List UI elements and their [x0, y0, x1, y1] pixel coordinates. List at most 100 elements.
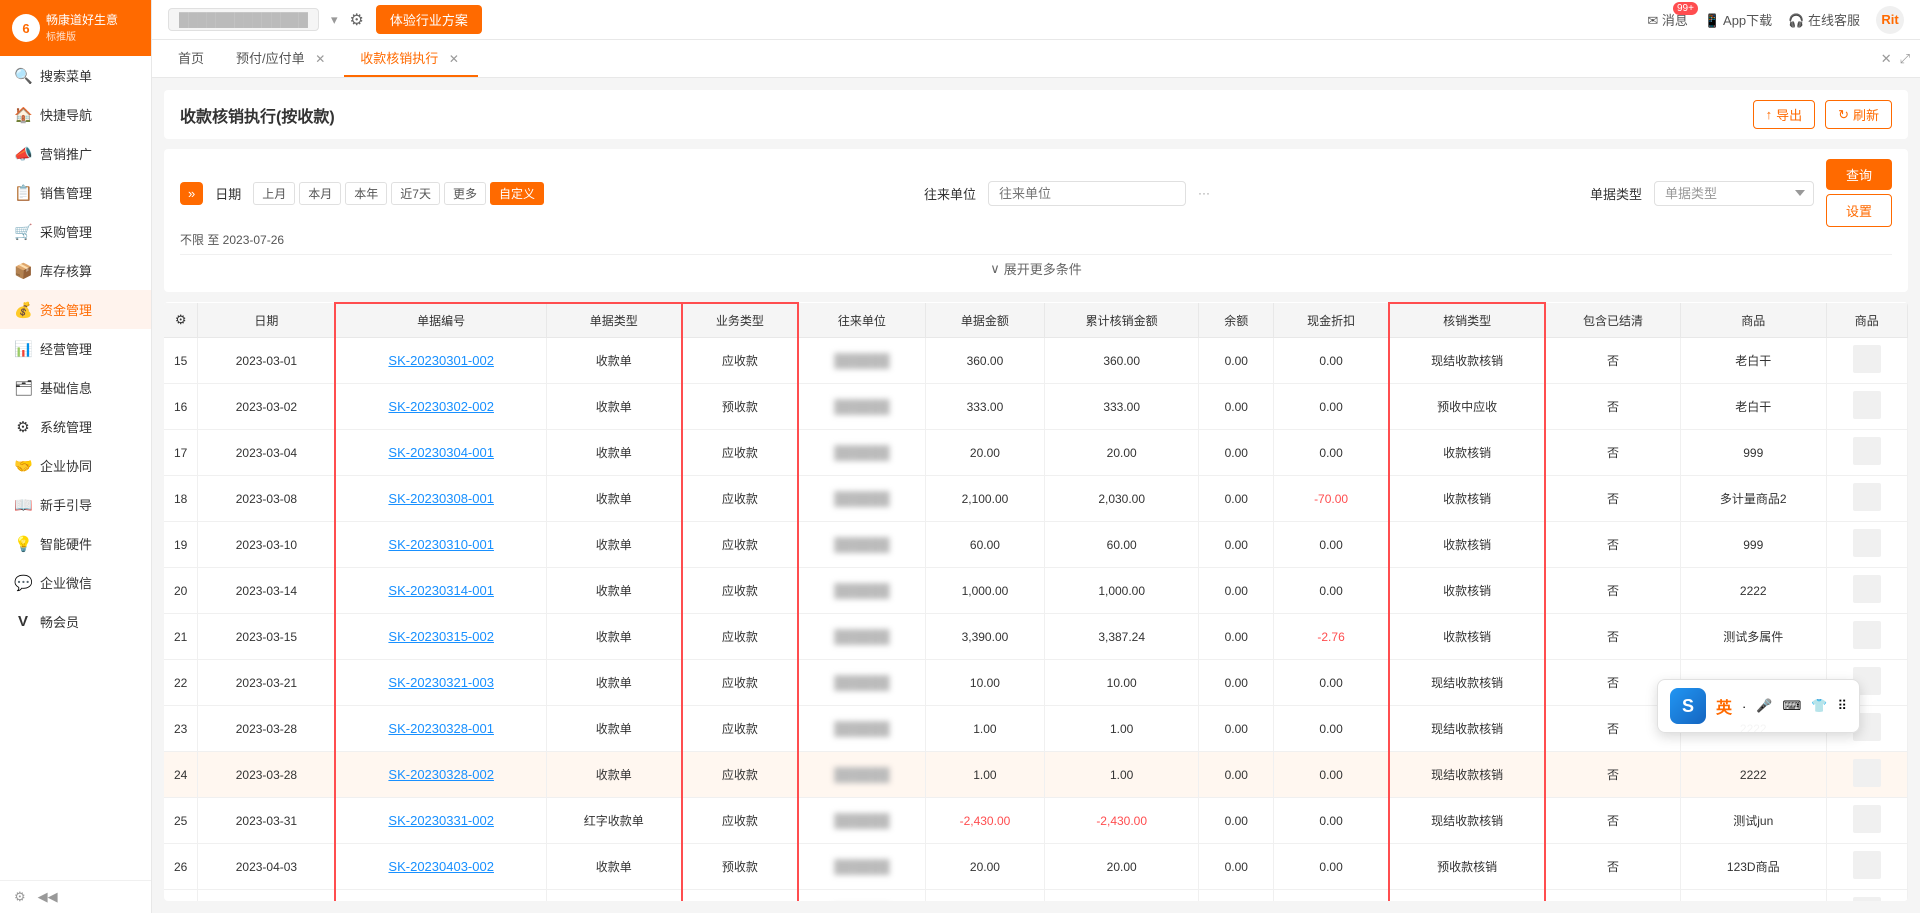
row-billtype: 收款单: [546, 338, 681, 384]
row-verifytype: 现结收款核销: [1389, 890, 1545, 902]
sidebar-item-sales[interactable]: 📋 销售管理: [0, 173, 151, 212]
this-month-btn[interactable]: 本月: [299, 182, 341, 205]
sidebar-item-marketing[interactable]: 📣 营销推广: [0, 134, 151, 173]
bill-no-link[interactable]: SK-20230403-002: [388, 859, 494, 874]
row-billno: SK-20230310-001: [335, 522, 546, 568]
ime-keyboard-icon[interactable]: ⌨: [1783, 698, 1802, 714]
bill-no-link[interactable]: SK-20230308-001: [388, 491, 494, 506]
bill-no-link[interactable]: SK-20230315-002: [388, 629, 494, 644]
tab-verify-close[interactable]: ✕: [446, 51, 462, 67]
ime-grid-icon[interactable]: ⠿: [1837, 698, 1847, 714]
receipt-type-select[interactable]: 单据类型: [1654, 181, 1814, 206]
topbar-dropdown-icon[interactable]: ▾: [331, 12, 338, 28]
row-billtype: 收款单: [546, 522, 681, 568]
expand-more-btn[interactable]: ∨ 展开更多条件: [180, 254, 1892, 282]
sidebar-item-hardware[interactable]: 💡 智能硬件: [0, 524, 151, 563]
sidebar-item-collab[interactable]: 🤝 企业协同: [0, 446, 151, 485]
row-amount: 2,100.00: [925, 476, 1044, 522]
more-date-btn[interactable]: 更多: [444, 182, 486, 205]
bill-no-link[interactable]: SK-20230321-003: [388, 675, 494, 690]
online-service-btn[interactable]: 🎧 在线客服: [1788, 10, 1860, 29]
row-billtype: 收款单: [546, 890, 681, 902]
bill-no-link[interactable]: SK-20230331-002: [388, 813, 494, 828]
sidebar-item-search[interactable]: 🔍 搜索菜单: [0, 56, 151, 95]
row-verified: 1.00: [1044, 752, 1198, 798]
last-month-btn[interactable]: 上月: [253, 182, 295, 205]
sidebar-item-member[interactable]: V 畅会员: [0, 602, 151, 641]
row-include: 否: [1545, 752, 1680, 798]
tab-payable-close[interactable]: ✕: [312, 51, 328, 67]
address-bar[interactable]: ██████████████: [168, 8, 319, 31]
table-row: 272023-04-08SK-20230408-001收款单应收款██████1…: [164, 890, 1908, 902]
table-wrapper[interactable]: ⚙ 日期 单据编号 单据类型 业务类型 往来单位 单据金额 累计核销金额 余额 …: [164, 302, 1908, 901]
tab-verify[interactable]: 收款核销执行 ✕: [344, 40, 478, 77]
settings-btn[interactable]: 设置: [1826, 194, 1892, 227]
tab-payable[interactable]: 预付/应付单 ✕: [220, 40, 344, 77]
table-row: 202023-03-14SK-20230314-001收款单应收款██████1…: [164, 568, 1908, 614]
sidebar-item-quick[interactable]: 🏠 快捷导航: [0, 95, 151, 134]
bill-no-link[interactable]: SK-20230328-001: [388, 721, 494, 736]
row-discount: -70.00: [1274, 476, 1389, 522]
filter-expand-btn[interactable]: »: [180, 182, 203, 205]
row-verifytype: 收款核销: [1389, 476, 1545, 522]
row-product: 老白干: [1680, 384, 1826, 430]
ime-shirt-icon[interactable]: 👕: [1811, 698, 1827, 714]
sidebar-item-purchase[interactable]: 🛒 采购管理: [0, 212, 151, 251]
row-date: 2023-03-15: [198, 614, 336, 660]
this-year-btn[interactable]: 本年: [345, 182, 387, 205]
row-product: 999: [1680, 430, 1826, 476]
row-no: 26: [164, 844, 198, 890]
col-partner-header: 往来单位: [798, 303, 925, 338]
col-verifytype-header: 核销类型: [1389, 303, 1545, 338]
expand-window-icon[interactable]: ⤢: [1900, 51, 1910, 67]
bill-no-link[interactable]: SK-20230304-001: [388, 445, 494, 460]
row-partner: ██████: [798, 568, 925, 614]
home-icon: 🏠: [14, 106, 32, 124]
sidebar-item-finance[interactable]: 💰 资金管理: [0, 290, 151, 329]
gear-icon[interactable]: ⚙: [175, 312, 187, 327]
sogou-logo: S: [1670, 688, 1706, 724]
bill-no-link[interactable]: SK-20230301-002: [388, 353, 494, 368]
sidebar-item-guide[interactable]: 📖 新手引导: [0, 485, 151, 524]
bill-no-link[interactable]: SK-20230314-001: [388, 583, 494, 598]
col-gear-header[interactable]: ⚙: [164, 303, 198, 338]
collapse-icon[interactable]: ◀◀: [38, 889, 58, 905]
topbar-settings-icon[interactable]: ⚙: [349, 10, 363, 30]
row-product2: [1826, 752, 1907, 798]
bill-no-link[interactable]: SK-20230302-002: [388, 399, 494, 414]
last-7days-btn[interactable]: 近7天: [391, 182, 440, 205]
partner-input[interactable]: [988, 181, 1186, 206]
query-btn[interactable]: 查询: [1826, 159, 1892, 190]
row-billno: SK-20230304-001: [335, 430, 546, 476]
user-avatar[interactable]: Rit: [1876, 6, 1904, 34]
bill-no-link[interactable]: SK-20230328-002: [388, 767, 494, 782]
row-no: 17: [164, 430, 198, 476]
ime-overlay: S 英 · 🎤 ⌨ 👕 ⠿: [1657, 679, 1860, 733]
bill-no-link[interactable]: SK-20230310-001: [388, 537, 494, 552]
row-balance: 0.00: [1199, 660, 1274, 706]
ime-mic-icon[interactable]: 🎤: [1756, 698, 1772, 714]
row-verifytype: 收款核销: [1389, 568, 1545, 614]
sidebar-item-basic[interactable]: 🗂 基础信息: [0, 368, 151, 407]
sidebar-item-operations[interactable]: 📊 经营管理: [0, 329, 151, 368]
settings-bottom-icon[interactable]: ⚙: [14, 889, 26, 905]
app-download-btn[interactable]: 📱 App下载: [1704, 10, 1772, 29]
col-product-header: 商品: [1680, 303, 1826, 338]
sidebar-item-wechat[interactable]: 💬 企业微信: [0, 563, 151, 602]
sidebar-item-system[interactable]: ⚙ 系统管理: [0, 407, 151, 446]
message-btn[interactable]: ✉ 消息 99+: [1647, 10, 1688, 29]
partner-more-dots[interactable]: ···: [1198, 186, 1210, 200]
row-include: 否: [1545, 614, 1680, 660]
marketing-icon: 📣: [14, 145, 32, 163]
refresh-icon: ↻: [1838, 107, 1849, 123]
try-industry-btn[interactable]: 体验行业方案: [376, 5, 482, 34]
row-biztype: 应收款: [682, 522, 798, 568]
close-all-icon[interactable]: ✕: [1881, 51, 1892, 67]
sidebar-item-inventory[interactable]: 📦 库存核算: [0, 251, 151, 290]
tab-home[interactable]: 首页: [162, 40, 220, 77]
tabs-actions: ✕ ⤢: [1881, 51, 1910, 67]
row-date: 2023-04-08: [198, 890, 336, 902]
custom-date-btn[interactable]: 自定义: [490, 182, 544, 205]
export-btn[interactable]: ↑ 导出: [1753, 100, 1816, 129]
refresh-btn[interactable]: ↻ 刷新: [1825, 100, 1892, 129]
